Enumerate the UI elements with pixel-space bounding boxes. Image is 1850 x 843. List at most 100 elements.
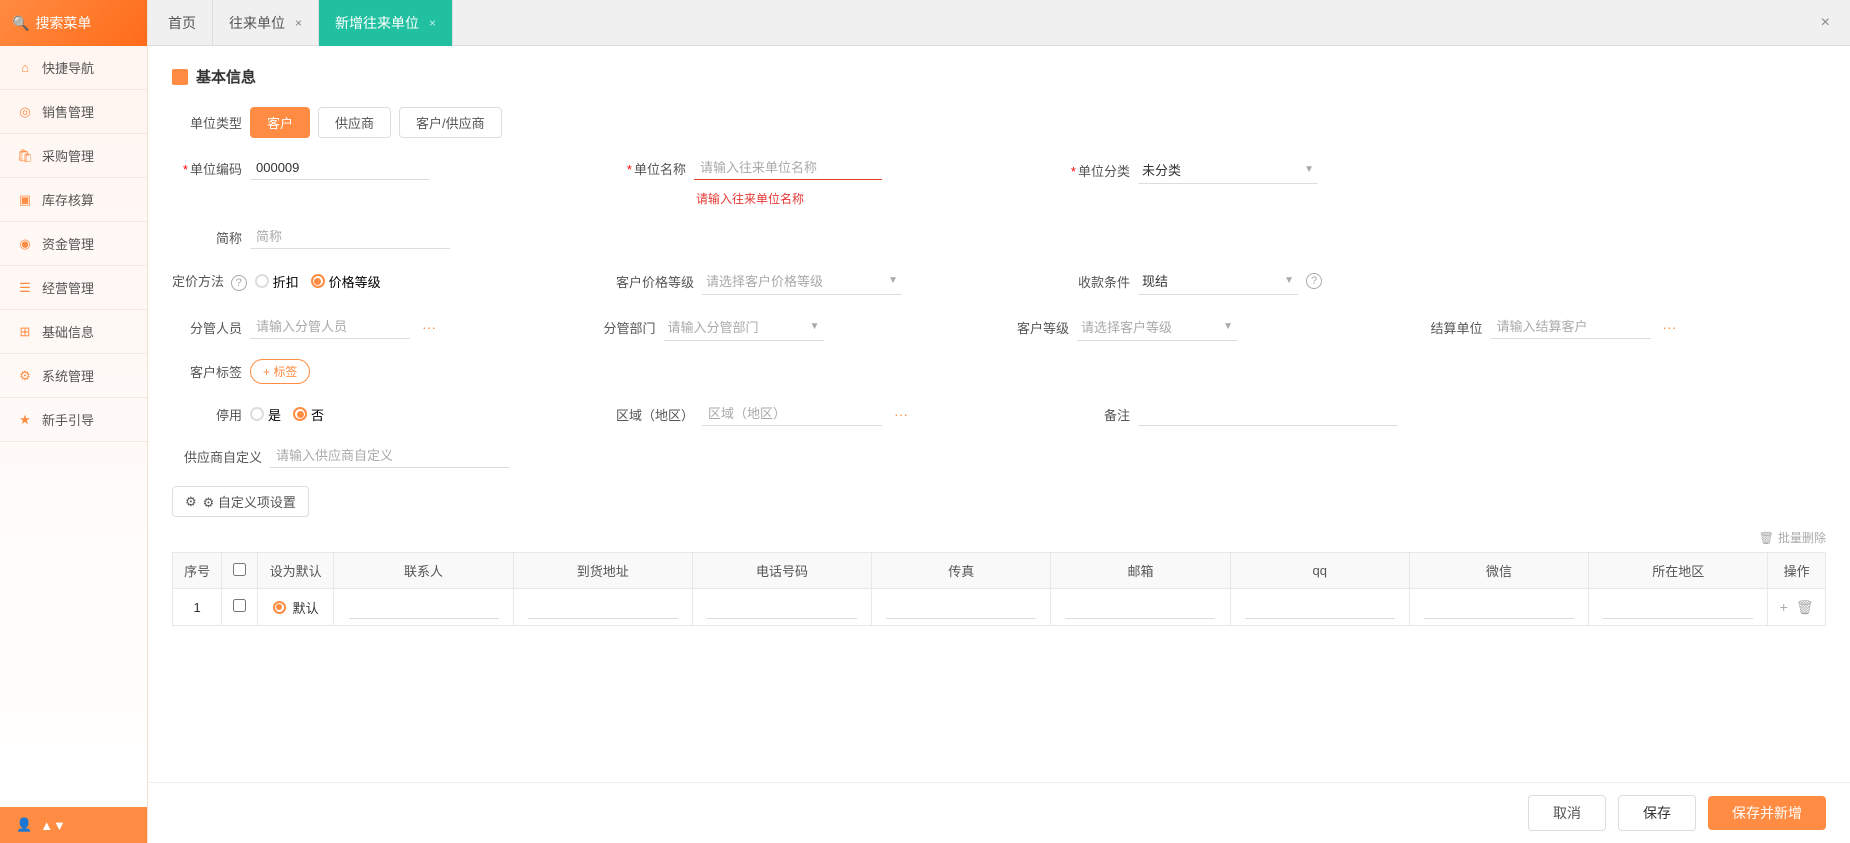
gear-icon: ⚙ bbox=[16, 367, 34, 385]
unit-name-field: *单位名称 请输入往来单位名称 bbox=[616, 156, 1036, 207]
custom-settings-button[interactable]: ⚙ ⚙ 自定义项设置 bbox=[172, 486, 309, 517]
pricing-radio-discount[interactable]: 折扣 bbox=[255, 272, 299, 291]
disabled-radio-no-dot bbox=[297, 411, 304, 418]
disabled-radio-no-circle bbox=[293, 407, 307, 421]
unit-category-select[interactable]: 未分类 ▼ bbox=[1138, 156, 1318, 184]
tab-new-partner-close[interactable]: × bbox=[429, 16, 436, 30]
cell-fax[interactable] bbox=[872, 589, 1051, 626]
remark-label: 备注 bbox=[1060, 405, 1130, 424]
sidebar-bottom-label: ▲▼ bbox=[40, 818, 66, 833]
cell-email[interactable] bbox=[1051, 589, 1230, 626]
region-input[interactable] bbox=[702, 402, 882, 426]
batch-delete-label: 批量删除 bbox=[1778, 529, 1826, 546]
remark-input[interactable] bbox=[1138, 402, 1398, 426]
settlement-unit-input[interactable] bbox=[1491, 315, 1651, 339]
sidebar-item-finance[interactable]: ◉ 资金管理 bbox=[0, 222, 147, 266]
sidebar-item-operation[interactable]: ☰ 经营管理 bbox=[0, 266, 147, 310]
unit-category-label: *单位分类 bbox=[1060, 161, 1130, 180]
tab-partners[interactable]: 往来单位 × bbox=[213, 0, 319, 46]
disabled-radio-yes[interactable]: 是 bbox=[250, 405, 281, 424]
department-select[interactable]: 请输入分管部门 ▼ bbox=[664, 313, 824, 341]
region-input-table[interactable] bbox=[1603, 595, 1753, 619]
settlement-unit-more-btn[interactable]: ··· bbox=[1659, 319, 1681, 335]
customer-price-level-select[interactable]: 请选择客户价格等级 ▼ bbox=[702, 267, 902, 295]
sidebar-item-inventory[interactable]: ▣ 库存核算 bbox=[0, 178, 147, 222]
save-button[interactable]: 保存 bbox=[1618, 795, 1696, 831]
payment-terms-arrow: ▼ bbox=[1284, 275, 1294, 286]
sidebar: 🔍 搜索菜单 ⌂ 快捷导航 ◎ 销售管理 🛍 采购管理 ▣ 库存核算 ◉ 资金管… bbox=[0, 0, 148, 843]
payment-terms-select[interactable]: 现结 ▼ bbox=[1138, 267, 1298, 295]
payment-terms-label: 收款条件 bbox=[1060, 272, 1130, 291]
pricing-radio-level[interactable]: 价格等级 bbox=[311, 272, 381, 291]
pricing-method-label: 定价方法 ? bbox=[172, 271, 247, 291]
pricing-help-icon[interactable]: ? bbox=[231, 275, 247, 291]
payment-terms-value: 现结 bbox=[1142, 271, 1280, 290]
row-delete-btn[interactable]: 🗑 bbox=[1796, 599, 1814, 616]
wechat-input[interactable] bbox=[1424, 595, 1574, 619]
disabled-field: 停用 是 否 bbox=[172, 405, 592, 424]
sidebar-item-label: 经营管理 bbox=[42, 278, 94, 297]
cell-region[interactable] bbox=[1589, 589, 1768, 626]
phone-input[interactable] bbox=[707, 595, 857, 619]
unit-code-input[interactable] bbox=[250, 156, 430, 180]
col-address: 到货地址 bbox=[513, 553, 692, 589]
default-radio[interactable]: 默认 bbox=[268, 598, 324, 617]
footer: 取消 保存 保存并新增 bbox=[148, 782, 1850, 843]
tab-home[interactable]: 首页 bbox=[152, 0, 213, 46]
disabled-radio-no[interactable]: 否 bbox=[293, 405, 324, 424]
short-name-input[interactable] bbox=[250, 225, 450, 249]
unit-name-input[interactable] bbox=[694, 156, 882, 180]
manager-input[interactable] bbox=[250, 315, 410, 339]
tab-new-partner[interactable]: 新增往来单位 × bbox=[319, 0, 453, 46]
add-tag-button[interactable]: + 标签 bbox=[250, 359, 310, 384]
batch-delete-area[interactable]: 🗑 批量删除 bbox=[172, 529, 1826, 546]
cancel-button[interactable]: 取消 bbox=[1528, 795, 1606, 831]
manager-more-btn[interactable]: ··· bbox=[418, 319, 440, 335]
type-btn-both[interactable]: 客户/供应商 bbox=[399, 107, 502, 138]
disabled-radio-no-label: 否 bbox=[311, 405, 324, 424]
unit-code-field: *单位编码 bbox=[172, 156, 592, 180]
email-input[interactable] bbox=[1065, 595, 1215, 619]
select-all-checkbox[interactable] bbox=[233, 563, 246, 576]
type-btn-customer[interactable]: 客户 bbox=[250, 107, 310, 138]
cell-wechat[interactable] bbox=[1409, 589, 1588, 626]
pricing-radio-group: 折扣 价格等级 bbox=[255, 272, 381, 291]
cell-check[interactable] bbox=[222, 589, 258, 626]
sidebar-item-purchase[interactable]: 🛍 采购管理 bbox=[0, 134, 147, 178]
region-more-btn[interactable]: ··· bbox=[890, 406, 912, 422]
save-new-button[interactable]: 保存并新增 bbox=[1708, 796, 1826, 830]
fax-input[interactable] bbox=[886, 595, 1036, 619]
cell-contact[interactable] bbox=[334, 589, 513, 626]
type-btn-supplier[interactable]: 供应商 bbox=[318, 107, 391, 138]
sidebar-item-quick-nav[interactable]: ⌂ 快捷导航 bbox=[0, 46, 147, 90]
section-header: 基本信息 bbox=[172, 66, 1826, 87]
contact-input[interactable] bbox=[349, 595, 499, 619]
sidebar-item-sales[interactable]: ◎ 销售管理 bbox=[0, 90, 147, 134]
payment-terms-help-icon[interactable]: ? bbox=[1306, 273, 1322, 289]
tab-partners-close[interactable]: × bbox=[295, 16, 302, 30]
col-fax: 传真 bbox=[872, 553, 1051, 589]
col-seq: 序号 bbox=[173, 553, 222, 589]
row-add-btn[interactable]: + bbox=[1780, 599, 1788, 615]
cell-qq[interactable] bbox=[1230, 589, 1409, 626]
short-name-field: 简称 bbox=[172, 225, 592, 249]
window-close-button[interactable]: × bbox=[1805, 14, 1846, 32]
customer-price-level-field: 客户价格等级 请选择客户价格等级 ▼ bbox=[616, 267, 1036, 295]
section-title: 基本信息 bbox=[196, 66, 256, 87]
sidebar-item-system[interactable]: ⚙ 系统管理 bbox=[0, 354, 147, 398]
row-checkbox[interactable] bbox=[233, 599, 246, 612]
sidebar-item-basic[interactable]: ⊞ 基础信息 bbox=[0, 310, 147, 354]
sidebar-item-guide[interactable]: ★ 新手引导 bbox=[0, 398, 147, 442]
sidebar-bottom[interactable]: 👤 ▲▼ bbox=[0, 807, 147, 843]
unit-category-value: 未分类 bbox=[1142, 160, 1300, 179]
sidebar-item-label: 库存核算 bbox=[42, 190, 94, 209]
customer-level-select[interactable]: 请选择客户等级 ▼ bbox=[1077, 313, 1237, 341]
supplier-custom-input[interactable] bbox=[270, 444, 510, 468]
cell-phone[interactable] bbox=[692, 589, 871, 626]
qq-input[interactable] bbox=[1245, 595, 1395, 619]
address-input[interactable] bbox=[528, 595, 678, 619]
pricing-radio-discount-circle bbox=[255, 274, 269, 288]
cell-address[interactable] bbox=[513, 589, 692, 626]
sidebar-search[interactable]: 🔍 搜索菜单 bbox=[0, 0, 147, 46]
default-radio-dot bbox=[276, 604, 282, 610]
